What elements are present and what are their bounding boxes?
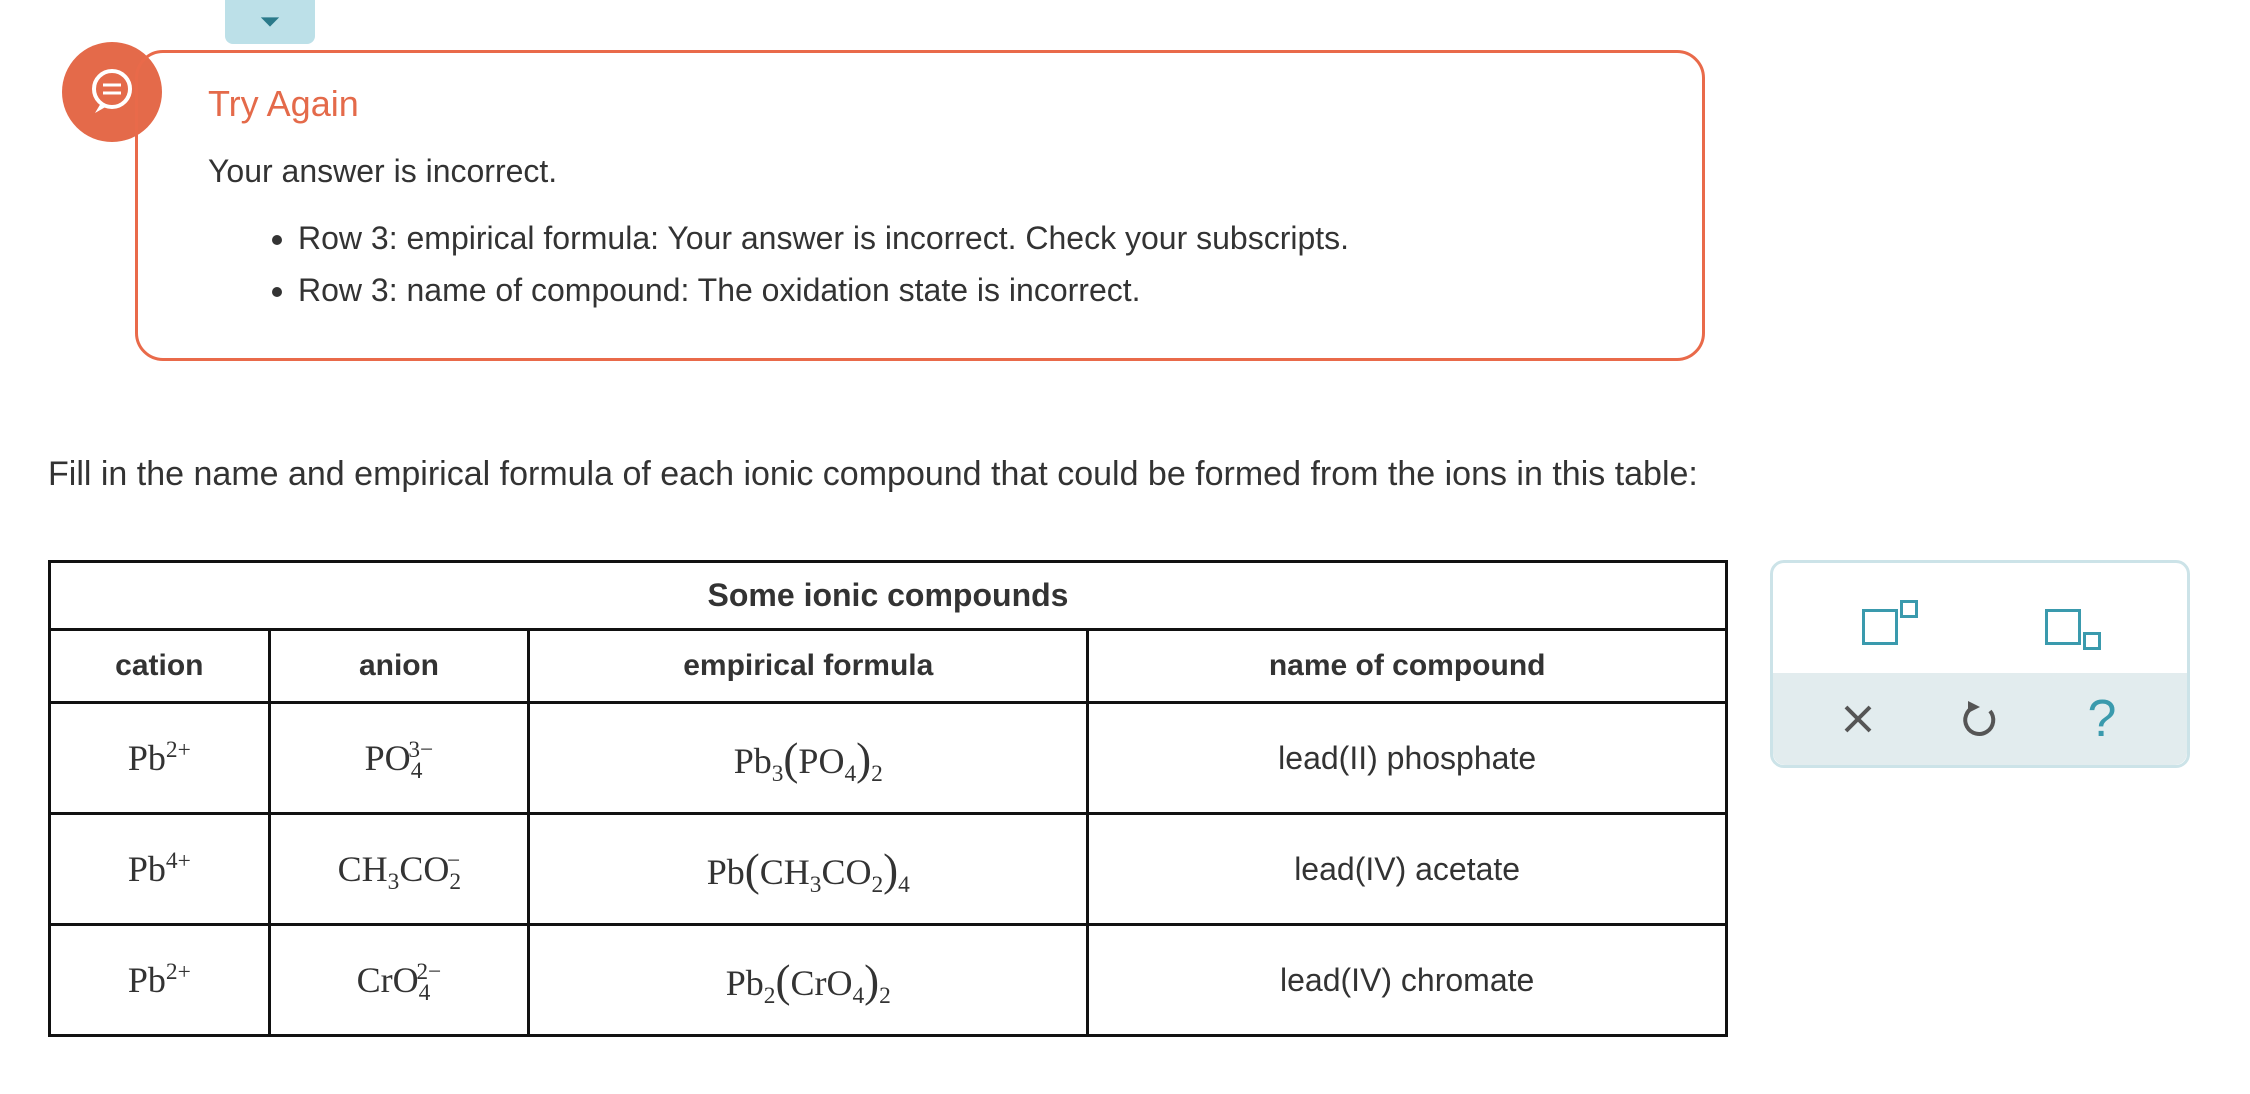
table-row: Pb2+ PO43− Pb3(PO4)2 lead(II) phosphate — [50, 703, 1727, 814]
anion-cell: CH3CO2− — [269, 814, 529, 925]
subscript-button[interactable] — [1980, 581, 2163, 673]
name-cell[interactable]: lead(II) phosphate — [1088, 703, 1727, 814]
cation-cell: Pb2+ — [50, 703, 270, 814]
close-icon — [1838, 699, 1878, 739]
header-formula: empirical formula — [529, 630, 1088, 703]
feedback-box: Try Again Your answer is incorrect. Row … — [135, 50, 1705, 361]
feedback-item: Row 3: name of compound: The oxidation s… — [298, 266, 1642, 314]
table-row: Pb2+ CrO42− Pb2(CrO4)2 lead(IV) chromate — [50, 925, 1727, 1036]
undo-icon — [1960, 699, 2000, 739]
header-name: name of compound — [1088, 630, 1727, 703]
header-anion: anion — [269, 630, 529, 703]
undo-button[interactable] — [1919, 673, 2041, 765]
instruction-text: Fill in the name and empirical formula o… — [48, 455, 1698, 494]
feedback-list: Row 3: empirical formula: Your answer is… — [208, 214, 1642, 314]
subscript-icon — [2045, 609, 2099, 645]
chat-icon — [87, 67, 137, 117]
help-icon: ? — [2088, 689, 2117, 749]
table-row: Pb4+ CH3CO2− Pb(CH3CO2)4 lead(IV) acetat… — [50, 814, 1727, 925]
superscript-icon — [1862, 609, 1916, 645]
anion-cell: PO43− — [269, 703, 529, 814]
cation-cell: Pb4+ — [50, 814, 270, 925]
dropdown-tab[interactable] — [225, 0, 315, 44]
name-cell[interactable]: lead(IV) chromate — [1088, 925, 1727, 1036]
tool-row-bottom: ? — [1773, 673, 2187, 765]
anion-cell: CrO42− — [269, 925, 529, 1036]
superscript-button[interactable] — [1797, 581, 1980, 673]
cation-cell: Pb2+ — [50, 925, 270, 1036]
feedback-title: Try Again — [208, 83, 1642, 125]
formula-cell[interactable]: Pb3(PO4)2 — [529, 703, 1088, 814]
header-cation: cation — [50, 630, 270, 703]
help-button[interactable]: ? — [2041, 673, 2163, 765]
chevron-down-icon — [259, 15, 281, 29]
feedback-item: Row 3: empirical formula: Your answer is… — [298, 214, 1642, 262]
formula-cell[interactable]: Pb(CH3CO2)4 — [529, 814, 1088, 925]
clear-button[interactable] — [1797, 673, 1919, 765]
feedback-message: Your answer is incorrect. — [208, 153, 1642, 190]
name-cell[interactable]: lead(IV) acetate — [1088, 814, 1727, 925]
table-title: Some ionic compounds — [50, 562, 1727, 630]
tool-row-top — [1797, 581, 2163, 673]
tool-panel: ? — [1770, 560, 2190, 768]
compound-table: Some ionic compounds cation anion empiri… — [48, 560, 1728, 1037]
formula-cell[interactable]: Pb2(CrO4)2 — [529, 925, 1088, 1036]
